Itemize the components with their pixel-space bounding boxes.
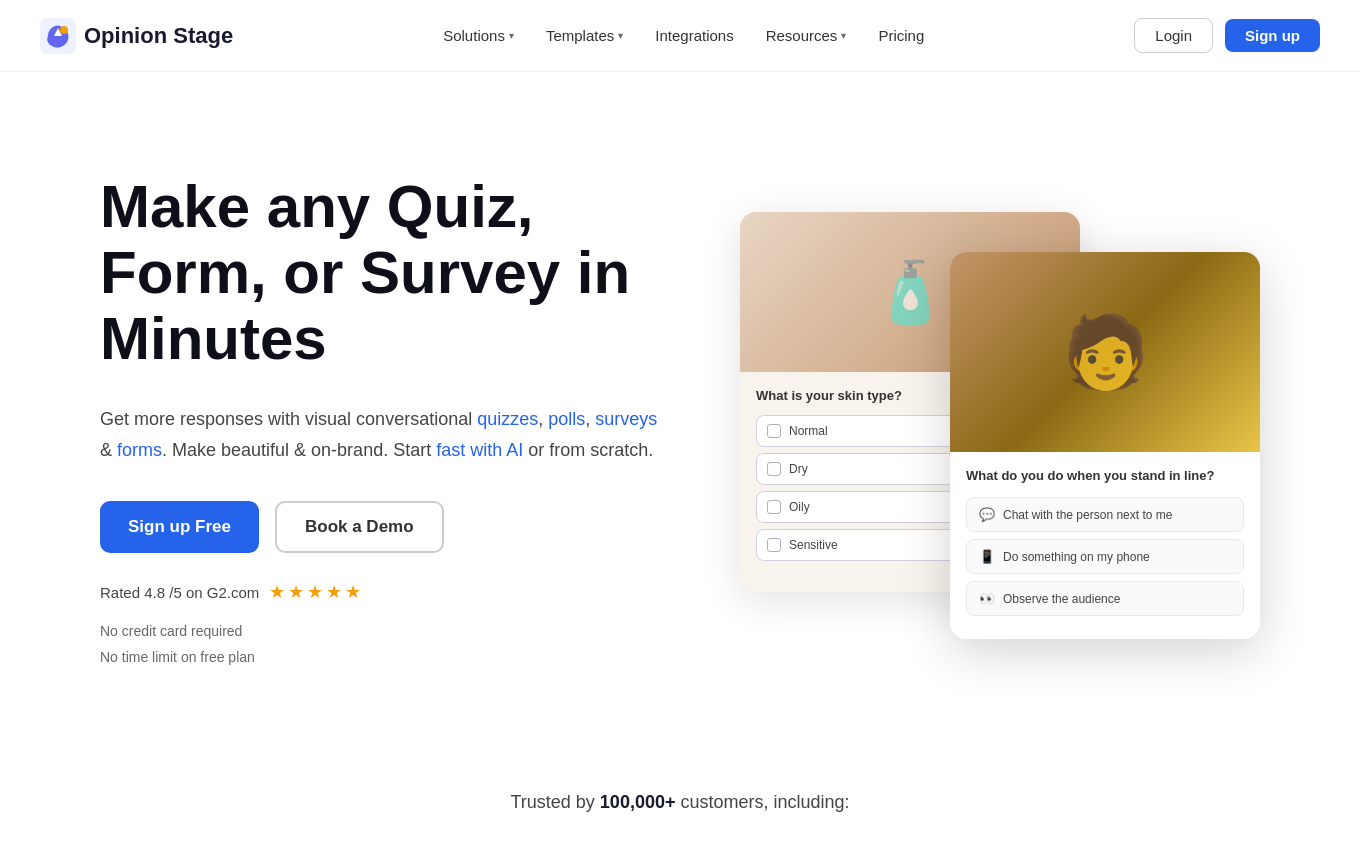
- hero-link-polls[interactable]: polls: [548, 409, 585, 429]
- logo-3: PARTNER: [628, 853, 720, 859]
- quiz-card-standinline: 🧑 What do you do when you stand in line?…: [950, 252, 1260, 639]
- checkbox-dry: [767, 462, 781, 476]
- hero-desc-mid: . Make beautiful & on-brand. Start: [162, 440, 436, 460]
- hero-buttons: Sign up Free Book a Demo: [100, 501, 660, 553]
- star-4: ★: [326, 581, 342, 603]
- card-front-body: What do you do when you stand in line? 💬…: [950, 452, 1260, 639]
- hero-description: Get more responses with visual conversat…: [100, 404, 660, 465]
- logo-1: BRAND: [341, 853, 411, 859]
- trusted-logos: BRAND COMPANY PARTNER CORP ENTERPRISE: [0, 833, 1360, 859]
- nav-links: Solutions ▾ Templates ▾ Integrations Res…: [429, 19, 938, 52]
- hero-desc-comma2: ,: [585, 409, 595, 429]
- card-front-question: What do you do when you stand in line?: [966, 468, 1244, 483]
- star-5: ★: [345, 581, 361, 603]
- option-chat: 💬 Chat with the person next to me: [966, 497, 1244, 532]
- star-3: ★: [307, 581, 323, 603]
- svg-point-1: [60, 26, 68, 34]
- logo-5: ENTERPRISE: [896, 853, 1019, 859]
- trusted-prefix: Trusted by: [510, 792, 599, 812]
- signup-button[interactable]: Sign up: [1225, 19, 1320, 52]
- option-phone: 📱 Do something on my phone: [966, 539, 1244, 574]
- option-chat-emoji: 💬: [979, 507, 995, 522]
- navbar: Opinion Stage Solutions ▾ Templates ▾ In…: [0, 0, 1360, 72]
- hero-rating: Rated 4.8 /5 on G2.com ★ ★ ★ ★ ★: [100, 581, 660, 603]
- card-front-image: 🧑: [950, 252, 1260, 452]
- trusted-section: Trusted by 100,000+ customers, including…: [0, 752, 1360, 833]
- checkbox-oily: [767, 500, 781, 514]
- nav-resources[interactable]: Resources ▾: [752, 19, 861, 52]
- hero-desc-suffix: or from scratch.: [523, 440, 653, 460]
- brand-name: Opinion Stage: [84, 23, 233, 49]
- hero-title: Make any Quiz, Form, or Survey in Minute…: [100, 174, 660, 372]
- option-observe: 👀 Observe the audience: [966, 581, 1244, 616]
- nav-solutions[interactable]: Solutions ▾: [429, 19, 528, 52]
- logo-2: COMPANY: [471, 853, 568, 859]
- hero-link-forms[interactable]: forms: [117, 440, 162, 460]
- hero-desc-prefix: Get more responses with visual conversat…: [100, 409, 477, 429]
- book-demo-button[interactable]: Book a Demo: [275, 501, 444, 553]
- hero-desc-comma1: ,: [538, 409, 548, 429]
- option-phone-emoji: 📱: [979, 549, 995, 564]
- star-1: ★: [269, 581, 285, 603]
- brand-logo[interactable]: Opinion Stage: [40, 18, 233, 54]
- login-button[interactable]: Login: [1134, 18, 1213, 53]
- checkbox-sensitive: [767, 538, 781, 552]
- star-2: ★: [288, 581, 304, 603]
- hero-section: Make any Quiz, Form, or Survey in Minute…: [0, 72, 1360, 752]
- nav-integrations[interactable]: Integrations: [641, 19, 747, 52]
- brand-logo-icon: [40, 18, 76, 54]
- rating-text: Rated 4.8 /5 on G2.com: [100, 584, 259, 601]
- trusted-suffix: customers, including:: [675, 792, 849, 812]
- checkbox-normal: [767, 424, 781, 438]
- logo-4: CORP: [780, 853, 836, 859]
- nav-templates[interactable]: Templates ▾: [532, 19, 637, 52]
- chevron-down-icon: ▾: [509, 30, 514, 41]
- hero-notes: No credit card required No time limit on…: [100, 619, 660, 669]
- signup-free-button[interactable]: Sign up Free: [100, 501, 259, 553]
- hero-desc-amp: &: [100, 440, 117, 460]
- trusted-count: 100,000+: [600, 792, 676, 812]
- option-observe-emoji: 👀: [979, 591, 995, 606]
- nav-actions: Login Sign up: [1134, 18, 1320, 53]
- hero-illustration: 🧴 What is your skin type? Normal Dry Oil…: [740, 212, 1260, 632]
- note-no-card: No credit card required: [100, 619, 660, 644]
- chevron-down-icon: ▾: [618, 30, 623, 41]
- nav-pricing[interactable]: Pricing: [864, 19, 938, 52]
- hero-link-quizzes[interactable]: quizzes: [477, 409, 538, 429]
- hero-link-ai[interactable]: fast with AI: [436, 440, 523, 460]
- star-rating: ★ ★ ★ ★ ★: [269, 581, 361, 603]
- note-no-limit: No time limit on free plan: [100, 645, 660, 670]
- hero-left: Make any Quiz, Form, or Survey in Minute…: [100, 174, 660, 670]
- chevron-down-icon: ▾: [841, 30, 846, 41]
- hero-link-surveys[interactable]: surveys: [595, 409, 657, 429]
